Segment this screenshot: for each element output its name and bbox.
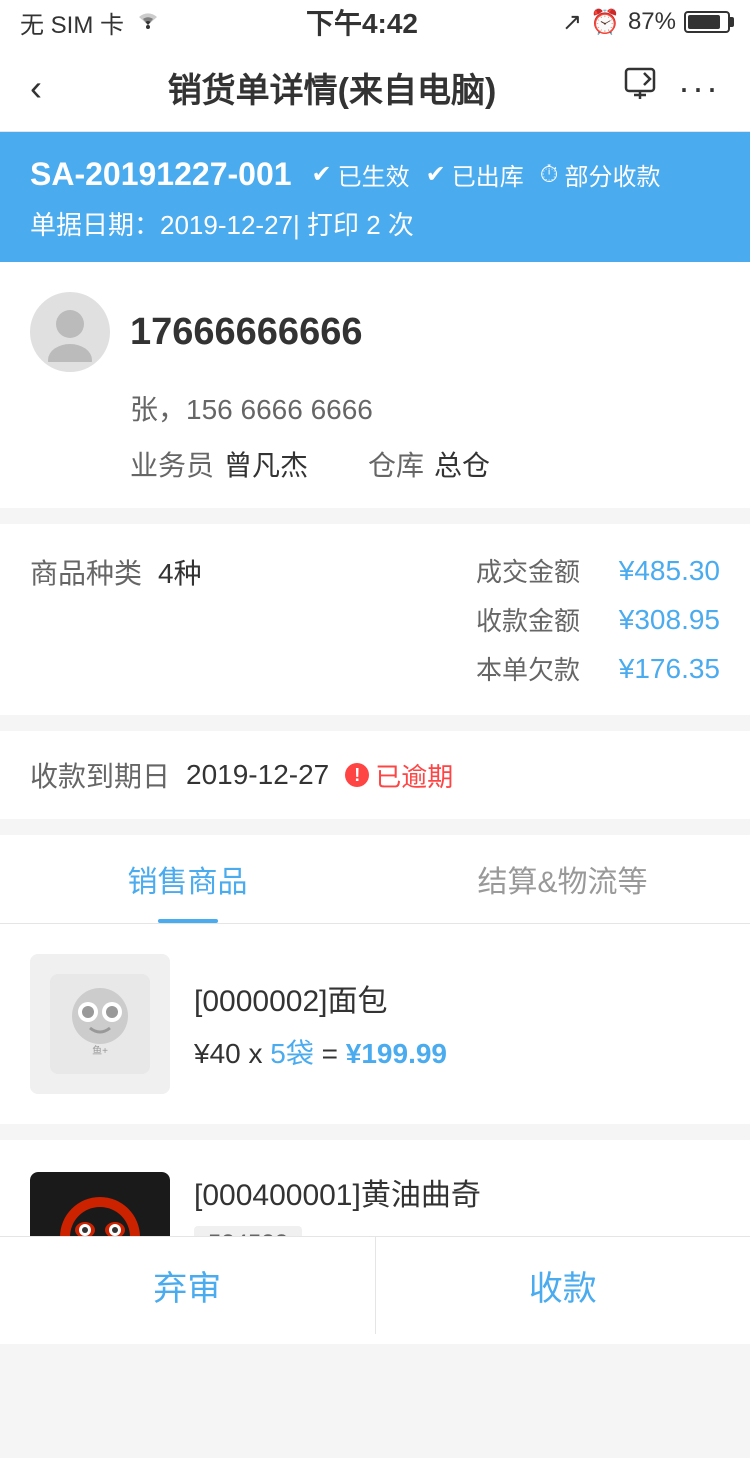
sales-rep-item: 业务员 曾凡杰 [130,444,308,484]
status-badge-partial: ⏱ 部分收款 [540,157,661,192]
summary-right: 成交金额 ¥485.30 收款金额 ¥308.95 本单欠款 ¥176.35 [476,552,720,687]
price-base-1: ¥40 x [194,1038,270,1069]
customer-phone: 17666666666 [130,311,362,354]
battery-text: 87% [628,8,676,36]
amount-label: 成交金额 [476,552,580,589]
clock-icon: ⏱ [540,161,559,189]
type-label: 商品种类 [30,552,142,592]
check-icon-1: ✔ [312,160,332,189]
summary-section: 商品种类 4种 成交金额 ¥485.30 收款金额 ¥308.95 本单欠款 ¥… [0,524,750,715]
product-name-1: [0000002]面包 [194,976,720,1020]
sales-rep-value: 曾凡杰 [224,444,308,484]
check-icon-2: ✔ [426,160,446,189]
tabs-bar: 销售商品 结算&物流等 [0,835,750,924]
reject-button[interactable]: 弃审 [0,1237,376,1334]
status-badge-effective: ✔ 已生效 [312,157,410,192]
due-section: 收款到期日 2019-12-27 ! 已逾期 [0,731,750,819]
battery-icon [684,11,730,33]
product-thumb-1: 鱼+ [30,954,170,1094]
svg-text:鱼+: 鱼+ [92,1044,108,1057]
product-name-2: [000400001]黄油曲奇 [194,1170,720,1214]
product-info-1: [0000002]面包 ¥40 x 5袋 = ¥199.99 [194,976,720,1072]
amount-row: 成交金额 ¥485.30 [476,552,720,589]
location-icon: ↗ [562,8,582,37]
share-button[interactable] [622,65,658,110]
tab-products[interactable]: 销售商品 [0,835,375,923]
due-label: 收款到期日 [30,755,170,795]
received-value: ¥308.95 [600,604,720,636]
amount-value: ¥485.30 [600,555,720,587]
alarm-icon: ⏰ [590,8,620,37]
tab-products-label: 销售商品 [128,857,248,901]
price-eq-1: = [314,1038,346,1069]
price-total-1: ¥199.99 [346,1038,447,1069]
tab-underline [158,919,218,923]
status-time: 下午4:42 [306,2,418,42]
summary-left: 商品种类 4种 [30,552,202,592]
reject-label: 弃审 [153,1261,221,1310]
list-item: 鱼+ [0000002]面包 ¥40 x 5袋 = ¥199.99 [0,924,750,1124]
overdue-icon: ! [345,763,369,787]
price-qty-1: 5袋 [270,1038,314,1069]
product-price-1: ¥40 x 5袋 = ¥199.99 [194,1032,720,1072]
warehouse-label: 仓库 [368,444,424,484]
type-count: 4种 [158,552,202,592]
due-date: 2019-12-27 [186,759,329,791]
status-left: 无 SIM 卡 [20,5,162,40]
order-number: SA-20191227-001 [30,156,292,193]
owe-label: 本单欠款 [476,650,580,687]
avatar [30,292,110,372]
header-date: 单据日期：2019-12-27| 打印 2 次 [30,205,720,242]
owe-value: ¥176.35 [600,653,720,685]
customer-section: 17666666666 张，156 6666 6666 业务员 曾凡杰 仓库 总… [0,262,750,508]
back-button[interactable]: ‹ [30,67,42,109]
warehouse-item: 仓库 总仓 [368,444,490,484]
owe-row: 本单欠款 ¥176.35 [476,650,720,687]
header-banner: SA-20191227-001 ✔ 已生效 ✔ 已出库 ⏱ 部分收款 单据日期：… [0,132,750,262]
overdue-text: 已逾期 [375,757,453,794]
order-row: SA-20191227-001 ✔ 已生效 ✔ 已出库 ⏱ 部分收款 [30,156,720,193]
customer-meta: 业务员 曾凡杰 仓库 总仓 [130,444,720,484]
overdue-badge: ! 已逾期 [345,757,453,794]
tab-settlement[interactable]: 结算&物流等 [375,835,750,923]
collect-label: 收款 [529,1261,597,1310]
nav-actions: ··· [622,65,720,110]
status-bar: 无 SIM 卡 下午4:42 ↗ ⏰ 87% [0,0,750,44]
received-label: 收款金额 [476,601,580,638]
collect-button[interactable]: 收款 [376,1237,750,1334]
received-row: 收款金额 ¥308.95 [476,601,720,638]
customer-row: 17666666666 [30,292,720,372]
bottom-bar: 弃审 收款 [0,1236,750,1334]
status-right: ↗ ⏰ 87% [562,8,730,37]
warehouse-value: 总仓 [434,444,490,484]
tab-settlement-label: 结算&物流等 [477,857,647,901]
more-button[interactable]: ··· [678,67,720,109]
nav-bar: ‹ 销货单详情(来自电脑) ··· [0,44,750,132]
customer-name: 张，156 6666 6666 [130,388,720,428]
page-title: 销货单详情(来自电脑) [168,63,497,112]
wifi-icon [134,8,162,36]
status-badge-shipped: ✔ 已出库 [426,157,524,192]
sales-rep-label: 业务员 [130,444,214,484]
status-badges: ✔ 已生效 ✔ 已出库 ⏱ 部分收款 [312,157,661,192]
no-sim-text: 无 SIM 卡 [20,5,124,40]
